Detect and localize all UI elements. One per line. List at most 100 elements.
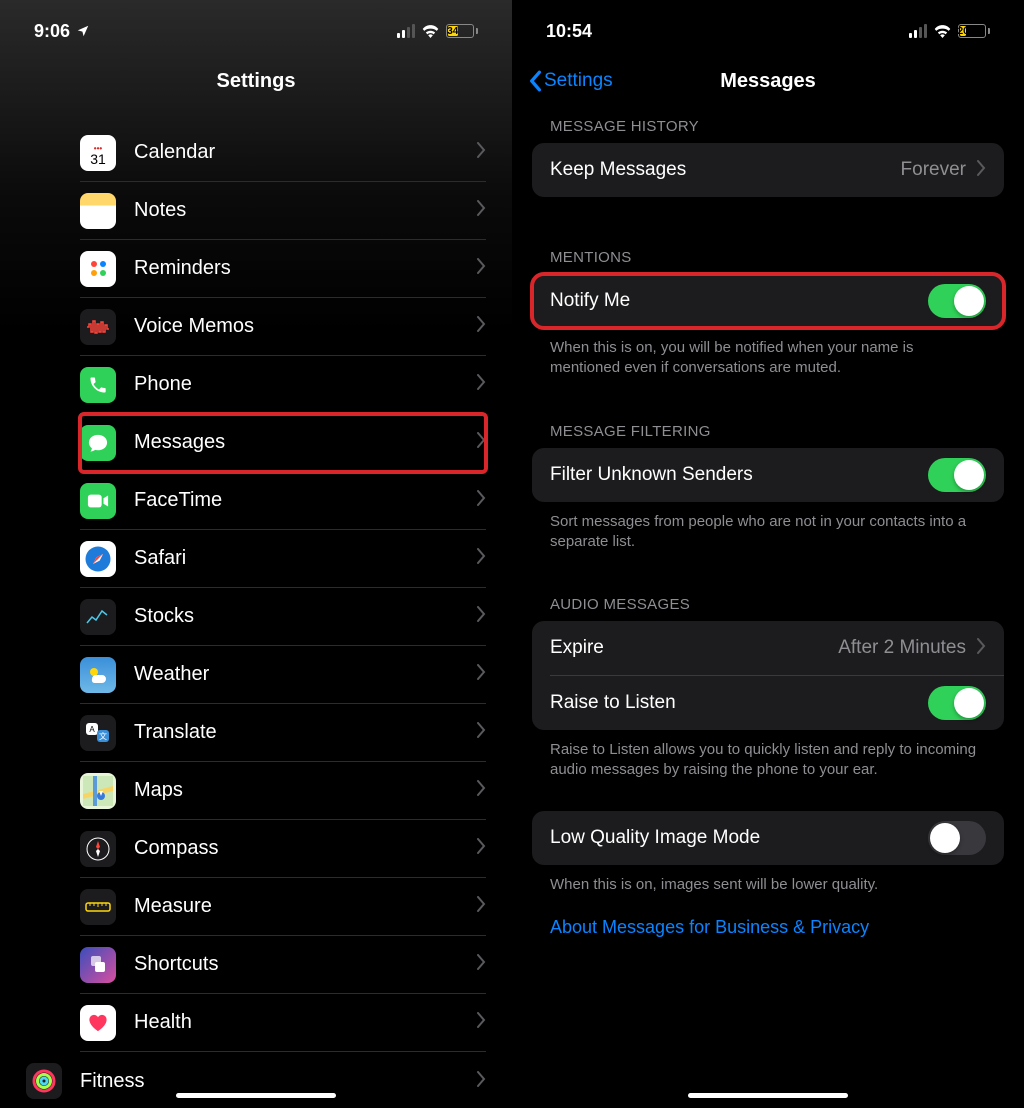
status-time: 10:54 bbox=[546, 21, 592, 42]
measure-icon bbox=[80, 889, 116, 925]
nav-bar: Settings bbox=[0, 52, 512, 110]
chevron-right-icon bbox=[476, 722, 486, 743]
row-notify-me[interactable]: Notify Me bbox=[532, 274, 1004, 328]
chevron-right-icon bbox=[476, 1071, 486, 1092]
status-bar: 10:54 20 bbox=[512, 0, 1024, 52]
messages-icon bbox=[80, 425, 116, 461]
signal-icon bbox=[909, 24, 927, 38]
group-mentions: Notify Me bbox=[532, 274, 1004, 328]
settings-row-messages[interactable]: Messages bbox=[80, 414, 486, 472]
shortcuts-icon bbox=[80, 947, 116, 983]
row-label: Translate bbox=[134, 721, 476, 744]
status-time: 9:06 bbox=[34, 21, 70, 42]
weather-icon bbox=[80, 657, 116, 693]
settings-row-health[interactable]: Health bbox=[80, 994, 486, 1052]
fitness-icon bbox=[26, 1063, 62, 1099]
safari-icon bbox=[80, 541, 116, 577]
nav-bar: Settings Messages bbox=[512, 52, 1024, 110]
row-label: Notes bbox=[134, 199, 476, 222]
row-filter-unknown[interactable]: Filter Unknown Senders bbox=[532, 448, 1004, 502]
chevron-right-icon bbox=[476, 1012, 486, 1033]
toggle-filter-unknown[interactable] bbox=[928, 458, 986, 492]
settings-row-voice[interactable]: Voice Memos bbox=[80, 298, 486, 356]
settings-row-calendar[interactable]: •••31 Calendar bbox=[80, 124, 486, 182]
settings-row-translate[interactable]: A文 Translate bbox=[80, 704, 486, 762]
page-title: Messages bbox=[720, 70, 816, 93]
settings-row-reminders[interactable]: Reminders bbox=[80, 240, 486, 298]
toggle-notify-me[interactable] bbox=[928, 284, 986, 318]
battery-icon: 20 bbox=[958, 24, 990, 38]
chevron-left-icon bbox=[528, 70, 542, 92]
row-label: Measure bbox=[134, 895, 476, 918]
back-button[interactable]: Settings bbox=[528, 70, 613, 92]
chevron-right-icon bbox=[476, 490, 486, 511]
row-raise-to-listen[interactable]: Raise to Listen bbox=[532, 676, 1004, 730]
row-label: Weather bbox=[134, 663, 476, 686]
status-bar: 9:06 34 bbox=[0, 0, 512, 52]
chevron-right-icon bbox=[976, 638, 986, 659]
row-label: Keep Messages bbox=[550, 159, 901, 181]
settings-row-notes[interactable]: Notes bbox=[80, 182, 486, 240]
row-low-quality[interactable]: Low Quality Image Mode bbox=[532, 811, 1004, 865]
row-label: Filter Unknown Senders bbox=[550, 464, 928, 486]
home-indicator[interactable] bbox=[688, 1093, 848, 1098]
settings-row-stocks[interactable]: Stocks bbox=[80, 588, 486, 646]
chevron-right-icon bbox=[476, 780, 486, 801]
settings-row-shortcuts[interactable]: Shortcuts bbox=[80, 936, 486, 994]
row-label: Expire bbox=[550, 637, 838, 659]
row-label: Calendar bbox=[134, 141, 476, 164]
home-indicator[interactable] bbox=[176, 1093, 336, 1098]
row-label: Voice Memos bbox=[134, 315, 476, 338]
calendar-icon: •••31 bbox=[80, 135, 116, 171]
row-label: Reminders bbox=[134, 257, 476, 280]
row-value: After 2 Minutes bbox=[838, 637, 966, 659]
toggle-low-quality[interactable] bbox=[928, 821, 986, 855]
svg-text:A: A bbox=[89, 725, 95, 734]
group-history: Keep Messages Forever bbox=[532, 143, 1004, 197]
chevron-right-icon bbox=[476, 896, 486, 917]
signal-icon bbox=[397, 24, 415, 38]
row-label: Fitness bbox=[80, 1070, 476, 1093]
chevron-right-icon bbox=[476, 954, 486, 975]
settings-row-maps[interactable]: Maps bbox=[80, 762, 486, 820]
chevron-right-icon bbox=[976, 160, 986, 181]
settings-row-compass[interactable]: Compass bbox=[80, 820, 486, 878]
facetime-icon bbox=[80, 483, 116, 519]
row-label: Raise to Listen bbox=[550, 692, 928, 714]
voice-icon bbox=[80, 309, 116, 345]
row-expire[interactable]: Expire After 2 Minutes bbox=[532, 621, 1004, 675]
wifi-icon bbox=[933, 24, 952, 38]
chevron-right-icon bbox=[476, 374, 486, 395]
section-header-mentions: MENTIONS bbox=[512, 241, 1024, 274]
row-keep-messages[interactable]: Keep Messages Forever bbox=[532, 143, 1004, 197]
page-title: Settings bbox=[217, 70, 296, 93]
chevron-right-icon bbox=[476, 664, 486, 685]
section-footer-audio: Raise to Listen allows you to quickly li… bbox=[512, 730, 1024, 781]
location-icon bbox=[76, 24, 90, 38]
settings-row-fitness[interactable]: Fitness bbox=[26, 1052, 486, 1108]
svg-text:文: 文 bbox=[99, 731, 107, 741]
chevron-right-icon bbox=[476, 142, 486, 163]
about-link[interactable]: About Messages for Business & Privacy bbox=[512, 895, 1024, 960]
section-header-audio: AUDIO MESSAGES bbox=[512, 588, 1024, 621]
compass-icon bbox=[80, 831, 116, 867]
wifi-icon bbox=[421, 24, 440, 38]
section-header-filtering: MESSAGE FILTERING bbox=[512, 415, 1024, 448]
chevron-right-icon bbox=[476, 258, 486, 279]
row-label: Low Quality Image Mode bbox=[550, 827, 928, 849]
settings-row-measure[interactable]: Measure bbox=[80, 878, 486, 936]
section-footer-lowquality: When this is on, images sent will be low… bbox=[512, 865, 1024, 895]
settings-row-facetime[interactable]: FaceTime bbox=[80, 472, 486, 530]
messages-settings-screen: 10:54 20 Settings Messages MESSAGE HISTO… bbox=[512, 0, 1024, 1108]
settings-row-phone[interactable]: Phone bbox=[80, 356, 486, 414]
health-icon bbox=[80, 1005, 116, 1041]
settings-row-weather[interactable]: Weather bbox=[80, 646, 486, 704]
row-label: Compass bbox=[134, 837, 476, 860]
back-label: Settings bbox=[544, 70, 613, 92]
settings-row-safari[interactable]: Safari bbox=[80, 530, 486, 588]
chevron-right-icon bbox=[476, 200, 486, 221]
toggle-raise-to-listen[interactable] bbox=[928, 686, 986, 720]
section-footer-filtering: Sort messages from people who are not in… bbox=[512, 502, 1024, 553]
row-label: Safari bbox=[134, 547, 476, 570]
row-label: Stocks bbox=[134, 605, 476, 628]
